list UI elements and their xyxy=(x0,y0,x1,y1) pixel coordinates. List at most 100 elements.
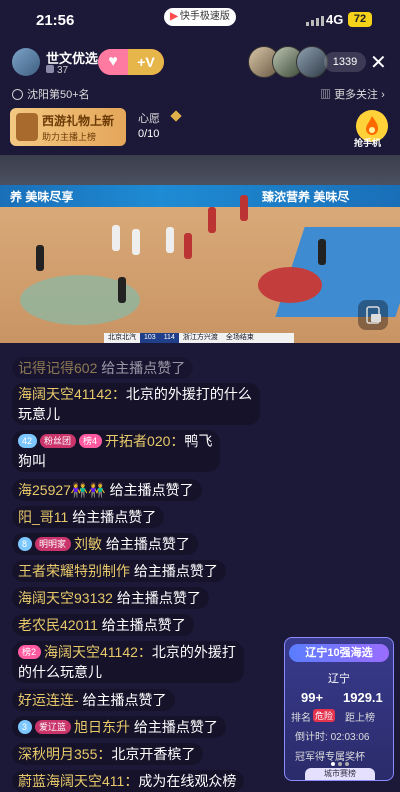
referee xyxy=(318,239,326,265)
comment-username[interactable]: 好运连连- xyxy=(18,692,79,708)
comment-username[interactable]: 海25927👫👫 xyxy=(18,482,106,498)
comment-username[interactable]: 蔚蓝海阔天空411： xyxy=(18,773,138,789)
rank-value: 99+ xyxy=(301,690,324,705)
fans-icon xyxy=(46,65,54,73)
fan-badge: 爱辽篮 xyxy=(35,720,72,734)
follow-button[interactable]: ♥ +V xyxy=(98,49,164,75)
comment-text-continued: 玩意儿 xyxy=(18,406,60,422)
ranking-card-footer: 城市赛榜 xyxy=(305,768,375,780)
live-video[interactable]: 养 美味尽享 臻浓营养 美味尽 北京北汽 103 114 浙江方兴渡 全场结束 xyxy=(0,155,400,343)
comment-item[interactable]: 3 爱辽篮 旭日东升 给主播点赞了 xyxy=(12,716,226,738)
diamond-badge: 8 xyxy=(18,537,33,551)
game-status: 全场结束 xyxy=(225,334,254,341)
clock-icon xyxy=(12,88,23,100)
gap-value: 1929.1 xyxy=(343,690,383,705)
city-rank-label: 沈阳第50+名 xyxy=(27,89,90,101)
wish-box[interactable]: 心愿 0/10 xyxy=(134,108,188,146)
gift-banner-title: 西游礼物上新 xyxy=(42,114,115,128)
wish-gift-icon xyxy=(170,110,182,122)
comment-item[interactable]: 好运连连- 给主播点赞了 xyxy=(12,689,175,711)
comment-item[interactable]: 海阔天空41142：北京的外援打的什么玩意儿 xyxy=(12,383,260,425)
comment-username[interactable]: 王者荣耀特别制作 xyxy=(18,563,130,579)
comment-text: 给主播点赞了 xyxy=(112,590,201,606)
app-badge-label: 快手极速版 xyxy=(179,11,230,22)
comment-username[interactable]: 老农民42011 xyxy=(18,617,98,633)
comment-item[interactable]: 42 粉丝团 榜4 开拓者020：鸭飞 狗叫 xyxy=(12,430,221,472)
referee xyxy=(118,277,126,303)
comment-item[interactable]: 海阔天空93132 给主播点赞了 xyxy=(12,587,209,609)
comment-item[interactable]: 深秋明月355：北京开香槟了 xyxy=(12,743,204,765)
comment-username[interactable]: 海阔天空93132 xyxy=(18,590,113,606)
comment-text: 北京的外援打 xyxy=(151,644,236,660)
close-icon[interactable]: ✕ xyxy=(370,50,387,75)
scoreboard: 北京北汽 103 114 浙江方兴渡 全场结束 xyxy=(104,333,294,343)
comment-item[interactable]: 蔚蓝海阔天空411：成为在线观众榜 xyxy=(12,770,245,792)
pip-icon[interactable] xyxy=(358,300,388,330)
comment-item[interactable]: 8 明明家 刘敏 给主播点赞了 xyxy=(12,533,198,555)
comment-text: 成为在线观众榜 xyxy=(138,773,237,789)
comment-item[interactable]: 榜2 海阔天空41142：北京的外援打的什么玩意儿 xyxy=(12,641,244,683)
comment-text: 给主播点赞了 xyxy=(105,482,194,498)
referee xyxy=(36,245,44,271)
gift-banner[interactable]: 西游礼物上新 助力主播上榜 xyxy=(10,108,126,146)
danger-badge: 危险 xyxy=(313,709,336,722)
city-rank[interactable]: 沈阳第50+名 xyxy=(12,86,90,102)
comment-username[interactable]: 旭日东升 xyxy=(74,719,130,735)
comment-username[interactable]: 阳_哥11 xyxy=(18,509,68,525)
player xyxy=(132,229,140,255)
comment-item[interactable]: 海25927👫👫 给主播点赞了 xyxy=(12,479,202,501)
comment-text: 给主播点赞了 xyxy=(130,563,218,579)
comment-text: 给主播点赞了 xyxy=(97,360,186,376)
chevron-right-icon: › xyxy=(378,89,385,101)
comment-username[interactable]: 开拓者020： xyxy=(105,433,184,449)
ad-text-right: 臻浓营养 美味尽 xyxy=(262,190,350,204)
monkey-king-icon xyxy=(16,113,38,141)
comment-item[interactable]: 阳_哥11 给主播点赞了 xyxy=(12,506,165,528)
comment-item[interactable]: 老农民42011 给主播点赞了 xyxy=(12,614,194,636)
comment-text: 给主播点赞了 xyxy=(130,719,218,735)
host-fans: 37 xyxy=(46,65,68,76)
comment-username[interactable]: 深秋明月355： xyxy=(18,746,111,762)
rank-badge: 榜2 xyxy=(18,645,42,659)
gift-banner-subtitle: 助力主播上榜 xyxy=(42,132,97,142)
comment-text: 给主播点赞了 xyxy=(68,509,157,525)
team1-score: 103 xyxy=(140,333,160,343)
comment-username[interactable]: 海阔天空41142： xyxy=(44,644,152,660)
comment-username[interactable]: 海阔天空41142： xyxy=(18,386,126,402)
team2-name: 浙江方兴渡 xyxy=(182,334,218,341)
app-badge[interactable]: ▶ 快手极速版 xyxy=(164,8,236,26)
comment-item[interactable]: 记得记得602 给主播点赞了 xyxy=(12,357,194,379)
battery-icon: 72 xyxy=(348,12,372,27)
comment-item[interactable]: 王者荣耀特别制作 给主播点赞了 xyxy=(12,560,226,582)
ranking-card[interactable]: 辽宁10强海选 辽宁 99+ 1929.1 排名 危险 距上榜 倒计时: 02:… xyxy=(284,637,394,781)
gap-label: 距上榜 xyxy=(345,713,375,724)
player xyxy=(240,195,248,221)
countdown-label: 倒计时: xyxy=(295,732,328,743)
wish-label: 心愿 xyxy=(138,113,160,125)
follow-label: +V xyxy=(128,49,164,75)
team1-name: 北京北汽 xyxy=(108,334,136,341)
more-follow-label: 更多关注 xyxy=(334,89,379,101)
sponsor-logo xyxy=(258,267,322,303)
comment-text: 北京的外援打的什么 xyxy=(125,386,252,402)
player xyxy=(112,225,120,251)
ranking-card-region: 辽宁 xyxy=(328,673,350,685)
chart-icon: ▥ xyxy=(320,89,335,101)
host-avatar[interactable] xyxy=(12,48,40,76)
comment-username[interactable]: 刘敏 xyxy=(74,536,102,552)
more-follow-button[interactable]: ▥ 更多关注 › xyxy=(320,86,385,102)
ranking-card-title: 辽宁10强海选 xyxy=(289,644,389,662)
countdown-value: 02:03:06 xyxy=(330,732,370,743)
comment-text-continued: 的什么玩意儿 xyxy=(18,664,102,680)
diamond-badge: 3 xyxy=(18,720,33,734)
comment-text-continued: 狗叫 xyxy=(18,453,46,469)
heart-icon: ♥ xyxy=(98,49,128,75)
viewer-count[interactable]: 1339 xyxy=(324,52,366,72)
comment-text: 北京开香槟了 xyxy=(111,746,196,762)
status-time: 21:56 xyxy=(36,12,75,29)
rank-badge: 榜4 xyxy=(79,434,103,448)
comment-username[interactable]: 记得记得602 xyxy=(18,360,97,376)
countdown: 倒计时: 02:03:06 xyxy=(295,728,370,743)
grab-phone-label: 抢手机 xyxy=(354,138,382,148)
comment-text: 鸭飞 xyxy=(184,433,213,449)
